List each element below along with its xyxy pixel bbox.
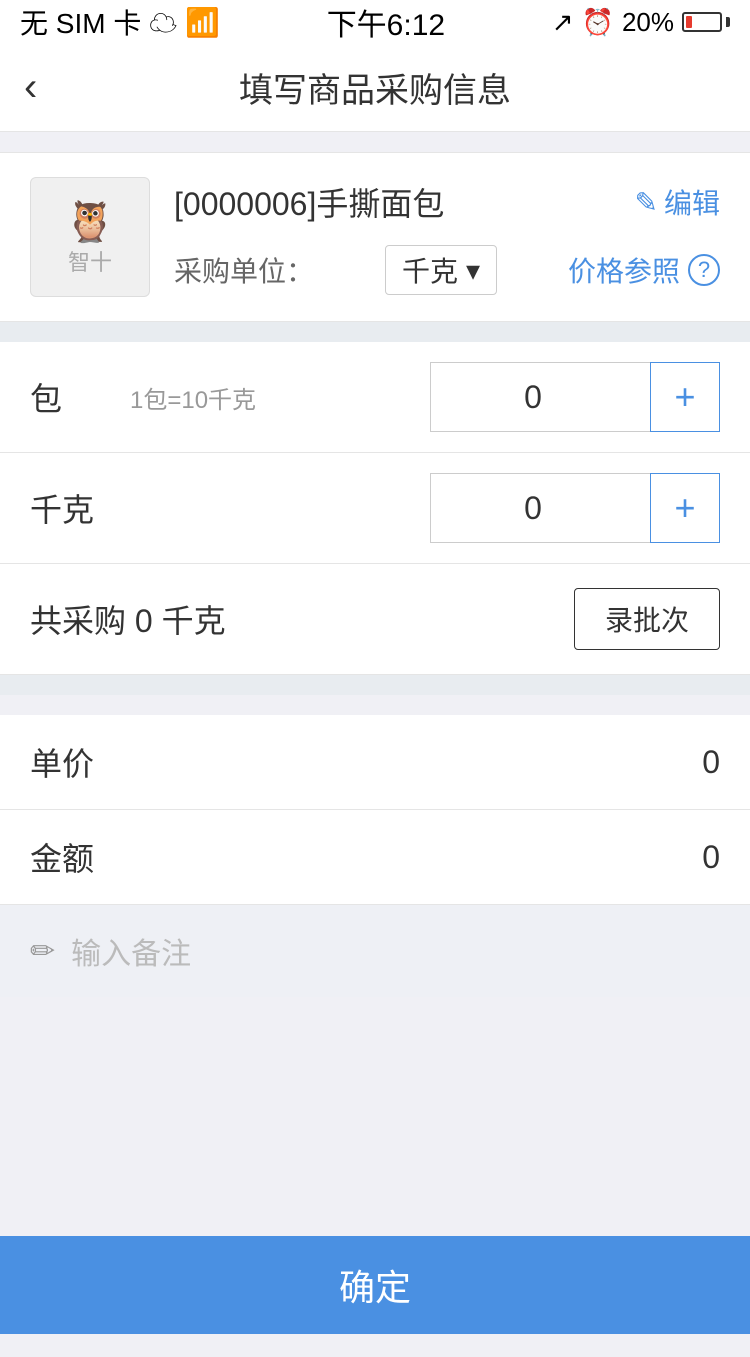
edit-icon: ✎	[635, 186, 658, 219]
battery-percent: 20%	[622, 7, 674, 38]
battery-icon	[682, 12, 730, 32]
edit-link[interactable]: ✎ 编辑	[635, 182, 720, 222]
section-divider-1	[0, 322, 750, 342]
alarm-icon: ⏰	[582, 7, 614, 38]
back-button[interactable]: ‹	[24, 65, 37, 110]
total-amount-label: 金额	[30, 834, 94, 880]
product-name: [0000006]手撕面包	[174, 179, 444, 225]
pencil-icon: ✏	[30, 934, 55, 969]
help-icon: ?	[688, 254, 720, 286]
status-bar-left: 无 SIM 卡 ☁ 📶	[20, 2, 220, 42]
product-name-row: [0000006]手撕面包 ✎ 编辑	[174, 179, 720, 225]
input-label-bao: 包	[30, 374, 110, 420]
unit-value: 千克	[402, 250, 458, 290]
unit-price-label: 单价	[30, 739, 94, 785]
status-bar-right: ↗ ⏰ 20%	[552, 7, 730, 38]
product-section: 🦉 智十 [0000006]手撕面包 ✎ 编辑 采购单位： 千克 ▾ 价格参照 …	[0, 152, 750, 322]
input-row-kg: 千克 +	[0, 453, 750, 564]
input-label-kg: 千克	[30, 485, 110, 531]
location-icon: ↗	[552, 7, 574, 38]
kg-plus-button[interactable]: +	[650, 473, 720, 543]
page-title: 填写商品采购信息	[239, 63, 511, 112]
remarks-section[interactable]: ✏ 输入备注	[0, 905, 750, 997]
confirm-button[interactable]: 确定	[0, 1236, 750, 1334]
product-unit-row: 采购单位： 千克 ▾ 价格参照 ?	[174, 245, 720, 295]
status-time: 下午6:12	[327, 0, 445, 44]
input-sublabel-bao: 1包=10千克	[130, 380, 410, 415]
price-section: 单价 0 金额 0	[0, 715, 750, 905]
total-amount-value: 0	[702, 839, 720, 876]
section-divider-2	[0, 675, 750, 695]
unit-label: 采购单位：	[174, 250, 314, 290]
bao-plus-button[interactable]: +	[650, 362, 720, 432]
summary-row: 共采购 0 千克 录批次	[0, 564, 750, 675]
product-image: 🦉 智十	[30, 177, 150, 297]
price-row-unit: 单价 0	[0, 715, 750, 810]
dropdown-arrow-icon: ▾	[466, 254, 480, 287]
product-image-subtext: 智十	[68, 245, 112, 277]
confirm-button-label: 确定	[339, 1259, 411, 1311]
unit-price-value: 0	[702, 744, 720, 781]
summary-text: 共采购 0 千克	[30, 596, 226, 642]
product-owl-icon: 🦉	[65, 198, 115, 245]
sim-status: 无 SIM 卡 ☁	[20, 2, 177, 42]
price-row-total: 金额 0	[0, 810, 750, 905]
kg-input[interactable]	[430, 473, 650, 543]
price-ref-link[interactable]: 价格参照 ?	[568, 250, 720, 290]
edit-label: 编辑	[664, 182, 720, 222]
wifi-icon: 📶	[185, 6, 220, 39]
nav-bar: ‹ 填写商品采购信息	[0, 44, 750, 132]
product-info: [0000006]手撕面包 ✎ 编辑 采购单位： 千克 ▾ 价格参照 ?	[174, 179, 720, 295]
status-bar: 无 SIM 卡 ☁ 📶 下午6:12 ↗ ⏰ 20%	[0, 0, 750, 44]
input-number-bao: +	[430, 362, 720, 432]
remarks-placeholder: 输入备注	[71, 929, 191, 973]
bao-input[interactable]	[430, 362, 650, 432]
price-ref-label: 价格参照	[568, 250, 680, 290]
batch-button[interactable]: 录批次	[574, 588, 720, 650]
unit-select-dropdown[interactable]: 千克 ▾	[385, 245, 497, 295]
input-section: 包 1包=10千克 + 千克 +	[0, 342, 750, 564]
input-number-kg: +	[430, 473, 720, 543]
input-row-bao: 包 1包=10千克 +	[0, 342, 750, 453]
